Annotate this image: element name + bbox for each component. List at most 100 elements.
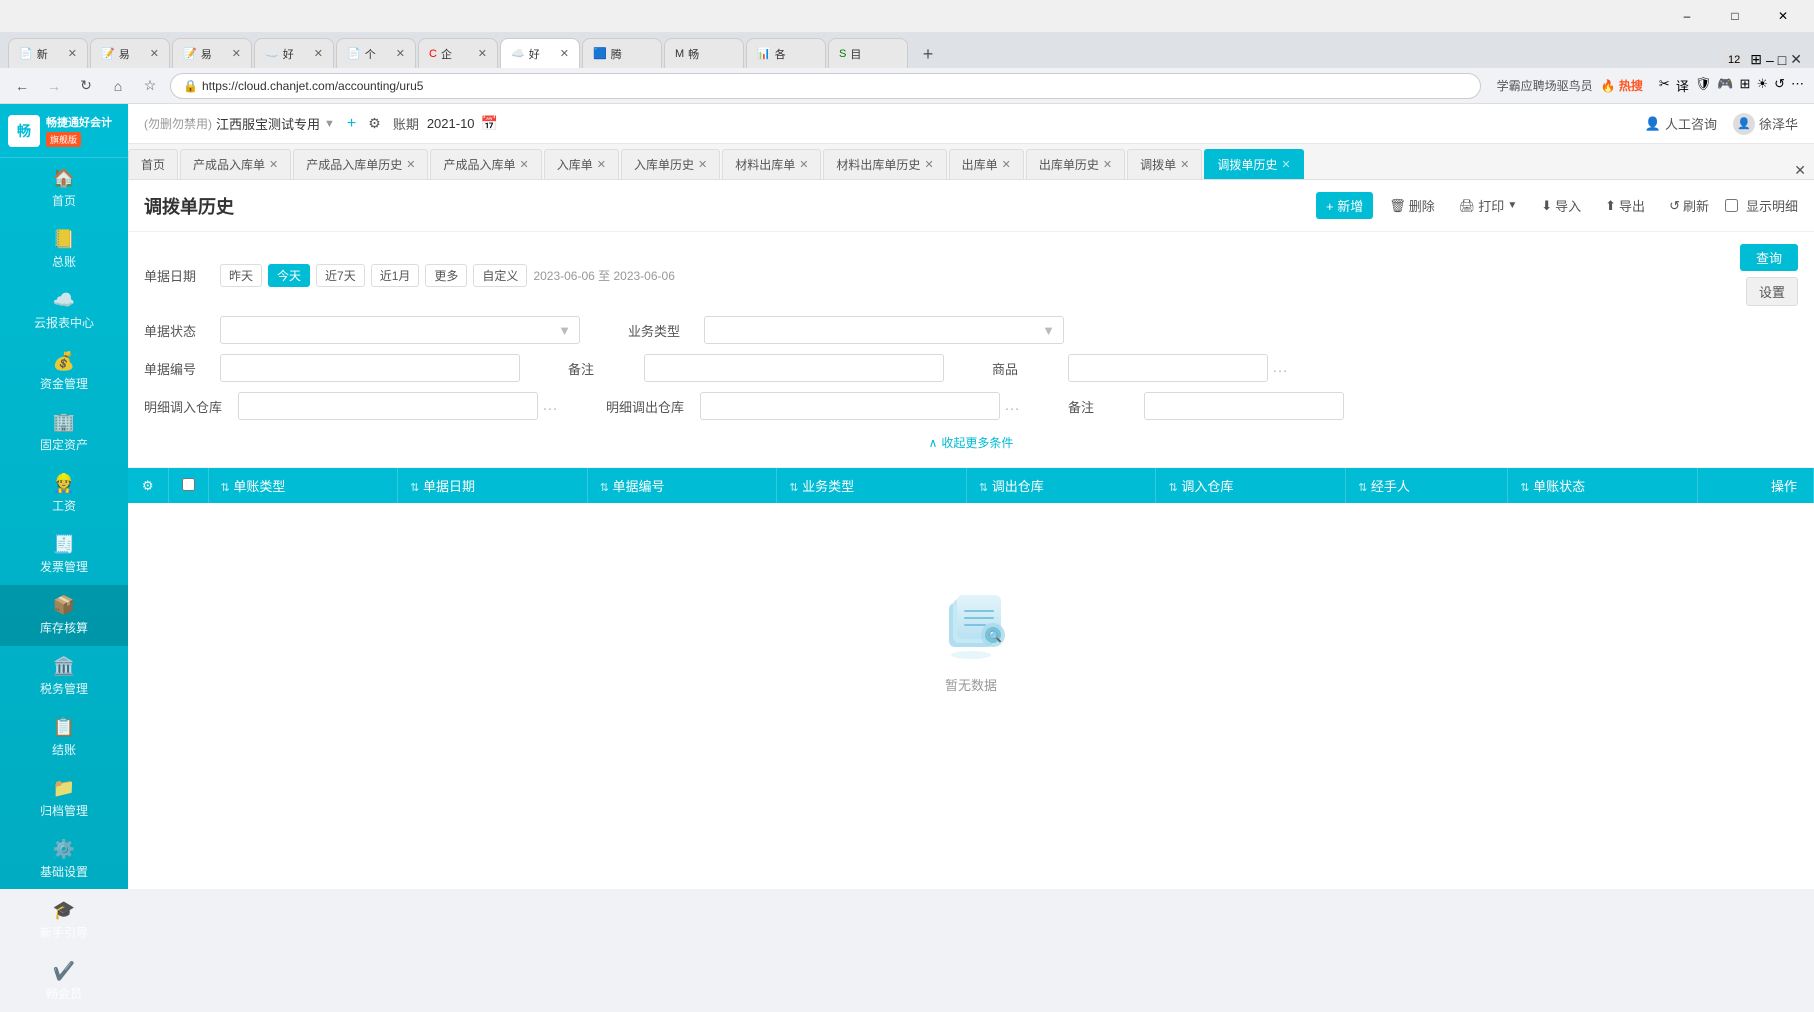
shield-icon[interactable]: 🛡 (1695, 76, 1712, 95)
grid-icon[interactable]: ⊞ (1740, 76, 1751, 95)
tab-inbound-history[interactable]: 入库单历史 ✕ (621, 149, 720, 179)
date-btn-7days[interactable]: 近7天 (316, 264, 365, 287)
company-settings-icon[interactable]: ⚙ (368, 115, 381, 132)
browser-tab-9[interactable]: M畅 (664, 38, 744, 68)
tab-outbound[interactable]: 出库单 ✕ (949, 149, 1024, 179)
forward-button[interactable]: → (42, 74, 66, 98)
th-business-type[interactable]: ⇅ 业务类型 (777, 468, 967, 503)
th-transfer-in[interactable]: ⇅ 调入仓库 (1156, 468, 1346, 503)
game-icon[interactable]: 🎮 (1717, 76, 1733, 95)
sidebar-item-archive[interactable]: 📁 归档管理 (0, 768, 128, 829)
sidebar-item-ledger[interactable]: 📒 总账 (0, 219, 128, 280)
cut-icon[interactable]: ✂ (1659, 76, 1670, 95)
tab-close-icon[interactable]: ✕ (269, 158, 278, 171)
sidebar-item-close-accounts[interactable]: 📋 结账 (0, 707, 128, 768)
tab-outbound-history[interactable]: 出库单历史 ✕ (1026, 149, 1125, 179)
tab-close-icon[interactable]: ✕ (406, 158, 415, 171)
tab-close-icon[interactable]: ✕ (1180, 158, 1189, 171)
undo-icon[interactable]: ↺ (1774, 76, 1785, 95)
settings-button[interactable]: 设置 (1746, 277, 1798, 306)
tab-product-inbound-history[interactable]: 产成品入库单历史 ✕ (293, 149, 428, 179)
minimize-win[interactable]: – (1766, 52, 1774, 68)
sidebar-item-salary[interactable]: 👷 工资 (0, 463, 128, 524)
refresh-button[interactable]: ↻ (74, 74, 98, 98)
sidebar-item-home[interactable]: 🏠 首页 (0, 158, 128, 219)
date-btn-1month[interactable]: 近1月 (371, 264, 420, 287)
back-button[interactable]: ← (10, 74, 34, 98)
tab-close-icon[interactable]: ✕ (924, 158, 933, 171)
tab-close-icon[interactable]: ✕ (799, 158, 808, 171)
period-selector[interactable]: 账期 2021-10 📅 (393, 114, 498, 133)
th-doc-status[interactable]: ⇅ 单账状态 (1508, 468, 1698, 503)
browser-tab-6[interactable]: C企✕ (418, 38, 498, 68)
browser-tab-10[interactable]: 📊各 (746, 38, 826, 68)
th-settings[interactable]: ⚙ (128, 468, 168, 503)
browser-tab-active[interactable]: ☁️好✕ (500, 38, 580, 68)
doc-number-input[interactable] (220, 354, 520, 382)
browser-tab-5[interactable]: 📄个✕ (336, 38, 416, 68)
more-icon[interactable]: ⋯ (1791, 76, 1804, 95)
browser-tab-3[interactable]: 📝易✕ (172, 38, 252, 68)
sidebar-item-tax[interactable]: 🏛️ 税务管理 (0, 646, 128, 707)
business-type-select[interactable]: ▼ (704, 316, 1064, 344)
date-btn-yesterday[interactable]: 昨天 (220, 264, 262, 287)
sidebar-item-funds[interactable]: 💰 资金管理 (0, 341, 128, 402)
th-doc-type[interactable]: ⇅ 单账类型 (208, 468, 398, 503)
tab-bar-close[interactable]: ✕ (1794, 162, 1814, 179)
tab-home[interactable]: 首页 (128, 149, 178, 179)
brightness-icon[interactable]: ☀ (1756, 76, 1768, 95)
tab-close-icon[interactable]: ✕ (1002, 158, 1011, 171)
note2-input[interactable] (1144, 392, 1344, 420)
tab-material-outbound[interactable]: 材料出库单 ✕ (722, 149, 821, 179)
address-bar[interactable]: 🔒 https://cloud.chanjet.com/accounting/u… (170, 73, 1481, 99)
browser-tab-11[interactable]: S目 (828, 38, 908, 68)
detail-out-picker-icon[interactable]: … (1004, 397, 1020, 415)
select-all-checkbox[interactable] (182, 478, 195, 491)
note-input[interactable] (644, 354, 944, 382)
tab-close-icon[interactable]: ✕ (698, 158, 707, 171)
tab-product-inbound2[interactable]: 产成品入库单 ✕ (430, 149, 541, 179)
bookmark-button[interactable]: ☆ (138, 74, 162, 98)
goods-picker-icon[interactable]: … (1272, 359, 1288, 377)
new-button[interactable]: + 新增 (1316, 192, 1373, 219)
tab-close-icon[interactable]: ✕ (597, 158, 606, 171)
company-selector[interactable]: (勿删勿禁用) 江西服宝测试专用 ▼ (144, 114, 335, 133)
sidebar-item-member[interactable]: ✔️ 畅会员 (0, 951, 128, 1012)
translate-icon[interactable]: 译 (1676, 76, 1689, 95)
tab-transfer-history[interactable]: 调拨单历史 ✕ (1204, 149, 1303, 179)
browser-tab-1[interactable]: 📄新✕ (8, 38, 88, 68)
tab-transfer[interactable]: 调拨单 ✕ (1127, 149, 1202, 179)
detail-out-input[interactable] (700, 392, 1000, 420)
import-button[interactable]: ⬇ 导入 (1533, 192, 1589, 219)
minimize-button[interactable]: – (1664, 0, 1710, 32)
browser-tab-2[interactable]: 📝易✕ (90, 38, 170, 68)
sidebar-item-invoice[interactable]: 🧾 发票管理 (0, 524, 128, 585)
detail-in-picker-icon[interactable]: … (542, 397, 558, 415)
restore-win[interactable]: □ (1778, 52, 1786, 68)
print-button[interactable]: 🖨 打印 ▼ (1451, 192, 1525, 219)
th-transfer-out[interactable]: ⇅ 调出仓库 (966, 468, 1156, 503)
th-checkbox[interactable] (168, 468, 208, 503)
sidebar-item-guide[interactable]: 🎓 新手引导 (0, 890, 128, 951)
date-btn-more[interactable]: 更多 (425, 264, 467, 287)
status-select[interactable]: ▼ (220, 316, 580, 344)
user-profile-btn[interactable]: 👤 徐泽华 (1733, 113, 1798, 135)
sidebar-item-reports[interactable]: ☁️ 云报表中心 (0, 280, 128, 341)
add-company-button[interactable]: + (347, 115, 356, 133)
close-button[interactable]: ✕ (1760, 0, 1806, 32)
browser-tab-4[interactable]: ☁️好✕ (254, 38, 334, 68)
collapse-button[interactable]: ∧ 收起更多条件 (929, 434, 1014, 451)
detail-in-input[interactable] (238, 392, 538, 420)
tab-close-icon[interactable]: ✕ (1103, 158, 1112, 171)
sidebar-item-assets[interactable]: 🏢 固定资产 (0, 402, 128, 463)
display-toggle[interactable]: 显示明细 (1725, 196, 1798, 215)
tab-list-button[interactable]: ⊞ (1750, 51, 1762, 68)
delete-button[interactable]: 🗑 删除 (1381, 192, 1443, 219)
new-tab-button[interactable]: + (914, 40, 942, 68)
close-win[interactable]: ✕ (1790, 51, 1802, 68)
tab-close-icon[interactable]: ✕ (520, 158, 529, 171)
th-handler[interactable]: ⇅ 经手人 (1346, 468, 1508, 503)
export-button[interactable]: ⬆ 导出 (1597, 192, 1653, 219)
home-button[interactable]: ⌂ (106, 74, 130, 98)
query-button[interactable]: 查询 (1740, 244, 1798, 271)
